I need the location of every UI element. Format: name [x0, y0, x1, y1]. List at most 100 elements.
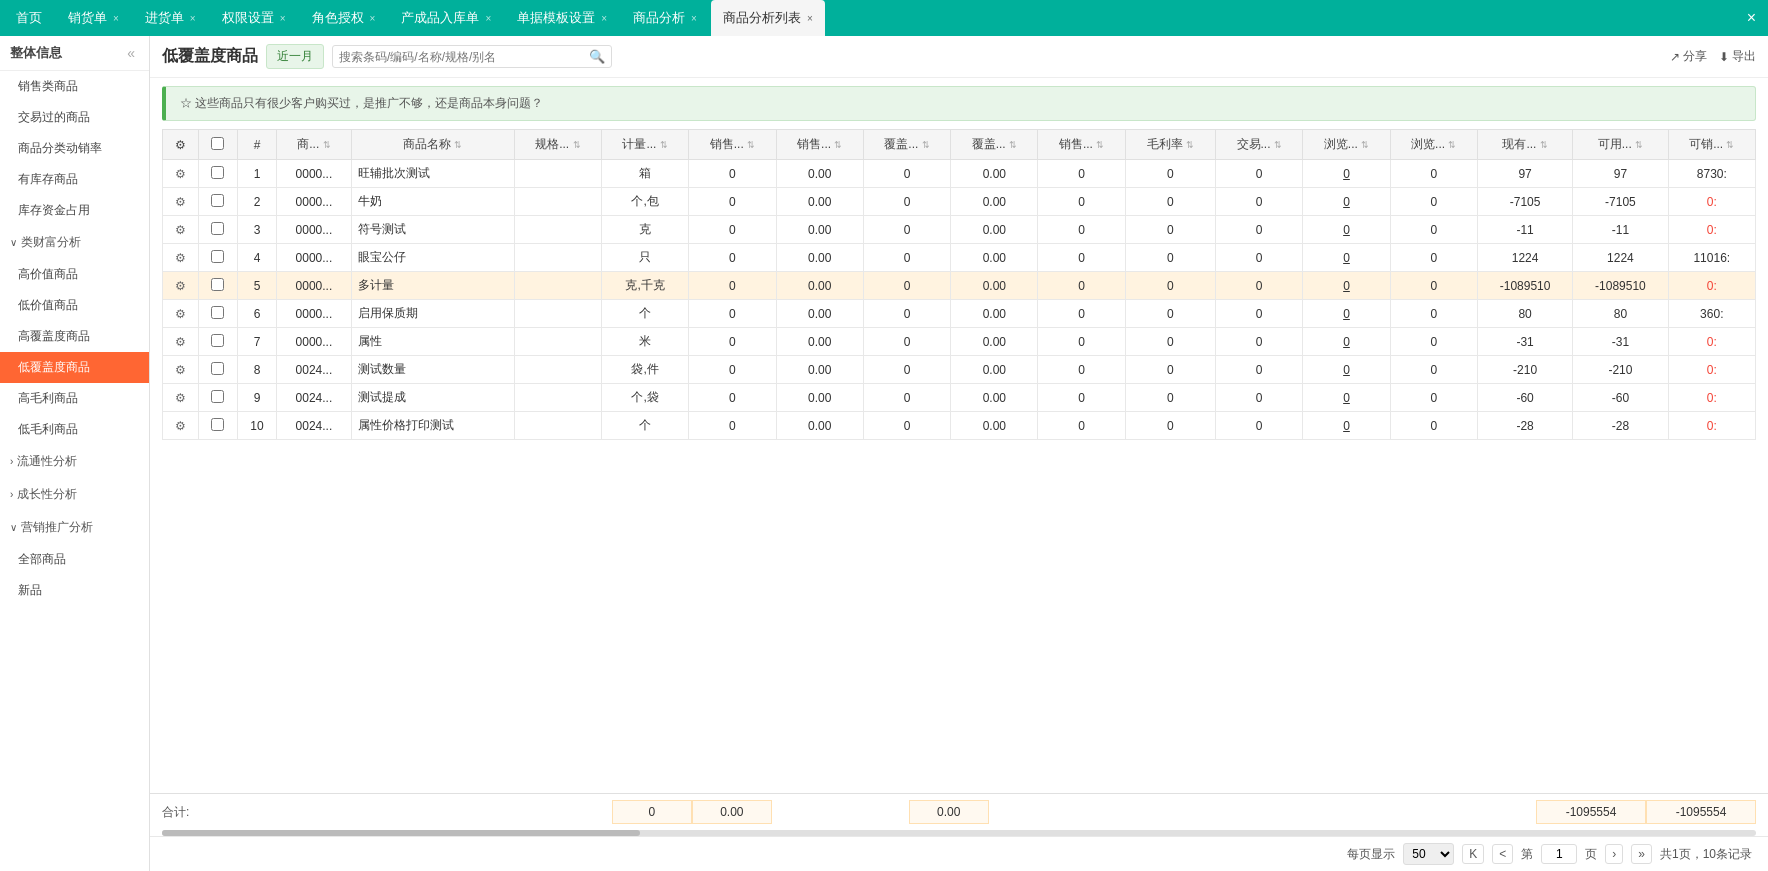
row-checkbox[interactable] — [198, 160, 237, 188]
col-code[interactable]: 商... ⇅ — [277, 130, 351, 160]
row-select-checkbox[interactable] — [211, 306, 224, 319]
nav-purchase-order[interactable]: 进货单 × — [133, 0, 208, 36]
nav-permission-settings[interactable]: 权限设置 × — [210, 0, 298, 36]
row-browse-a[interactable]: 0 — [1303, 216, 1390, 244]
close-product-analysis-list-icon[interactable]: × — [807, 13, 813, 24]
close-product-analysis-icon[interactable]: × — [691, 13, 697, 24]
row-select-checkbox[interactable] — [211, 194, 224, 207]
sidebar-collapse-button[interactable]: « — [123, 45, 139, 61]
row-settings[interactable]: ⚙ — [163, 188, 199, 216]
col-browse-a[interactable]: 浏览... ⇅ — [1303, 130, 1390, 160]
col-gross-rate[interactable]: 毛利率 ⇅ — [1125, 130, 1215, 160]
col-name[interactable]: 商品名称 ⇅ — [351, 130, 514, 160]
row-checkbox[interactable] — [198, 328, 237, 356]
close-permission-icon[interactable]: × — [280, 13, 286, 24]
row-browse-a[interactable]: 0 — [1303, 272, 1390, 300]
col-spec[interactable]: 规格... ⇅ — [514, 130, 601, 160]
select-all-checkbox[interactable] — [211, 137, 224, 150]
search-input[interactable] — [339, 50, 589, 64]
close-role-auth-icon[interactable]: × — [370, 13, 376, 24]
row-browse-a[interactable]: 0 — [1303, 244, 1390, 272]
col-browse-b[interactable]: 浏览... ⇅ — [1390, 130, 1477, 160]
col-unit[interactable]: 计量... ⇅ — [601, 130, 688, 160]
nav-home[interactable]: 首页 — [4, 0, 54, 36]
nav-sales-order[interactable]: 销货单 × — [56, 0, 131, 36]
row-checkbox[interactable] — [198, 216, 237, 244]
row-settings[interactable]: ⚙ — [163, 244, 199, 272]
sidebar-item-all-goods[interactable]: 全部商品 — [0, 544, 149, 575]
date-filter-button[interactable]: 近一月 — [266, 44, 324, 69]
close-all-button[interactable]: × — [1739, 5, 1764, 31]
row-select-checkbox[interactable] — [211, 250, 224, 263]
row-browse-a[interactable]: 0 — [1303, 412, 1390, 440]
row-settings[interactable]: ⚙ — [163, 300, 199, 328]
close-sales-order-icon[interactable]: × — [113, 13, 119, 24]
row-browse-a[interactable]: 0 — [1303, 300, 1390, 328]
row-select-checkbox[interactable] — [211, 334, 224, 347]
sidebar-item-low-value[interactable]: 低价值商品 — [0, 290, 149, 321]
row-browse-a[interactable]: 0 — [1303, 384, 1390, 412]
col-saleable[interactable]: 可销... ⇅ — [1668, 130, 1755, 160]
row-browse-a[interactable]: 0 — [1303, 356, 1390, 384]
row-browse-a[interactable]: 0 — [1303, 328, 1390, 356]
nav-template-settings[interactable]: 单据模板设置 × — [505, 0, 619, 36]
nav-product-analysis[interactable]: 商品分析 × — [621, 0, 709, 36]
row-settings[interactable]: ⚙ — [163, 356, 199, 384]
row-select-checkbox[interactable] — [211, 362, 224, 375]
sidebar-item-sales-goods[interactable]: 销售类商品 — [0, 71, 149, 102]
next-page-button[interactable]: › — [1605, 844, 1623, 864]
prev-page-button[interactable]: < — [1492, 844, 1513, 864]
row-select-checkbox[interactable] — [211, 418, 224, 431]
sidebar-item-low-coverage[interactable]: 低覆盖度商品 — [0, 352, 149, 383]
nav-product-analysis-list[interactable]: 商品分析列表 × — [711, 0, 825, 36]
col-sales-qty[interactable]: 销售... ⇅ — [689, 130, 776, 160]
col-settings[interactable]: ⚙ — [163, 130, 199, 160]
row-settings[interactable]: ⚙ — [163, 216, 199, 244]
col-cover-a[interactable]: 覆盖... ⇅ — [863, 130, 950, 160]
row-settings[interactable]: ⚙ — [163, 272, 199, 300]
page-number-input[interactable] — [1541, 844, 1577, 864]
sidebar-section-liquidity[interactable]: › 流通性分析 — [0, 445, 149, 478]
share-button[interactable]: ↗ 分享 — [1670, 48, 1707, 65]
sidebar-section-marketing[interactable]: ∨ 营销推广分析 — [0, 511, 149, 544]
sidebar-item-category-rate[interactable]: 商品分类动销率 — [0, 133, 149, 164]
close-template-settings-icon[interactable]: × — [601, 13, 607, 24]
nav-role-auth[interactable]: 角色授权 × — [300, 0, 388, 36]
sidebar-item-high-margin[interactable]: 高毛利商品 — [0, 383, 149, 414]
sidebar-section-wealth[interactable]: ∨ 类财富分析 — [0, 226, 149, 259]
sidebar-item-traded-goods[interactable]: 交易过的商品 — [0, 102, 149, 133]
row-browse-a[interactable]: 0 — [1303, 188, 1390, 216]
col-sales-c[interactable]: 销售... ⇅ — [1038, 130, 1125, 160]
page-size-select[interactable]: 50 100 200 — [1403, 843, 1454, 865]
close-product-inbound-icon[interactable]: × — [485, 13, 491, 24]
first-page-button[interactable]: K — [1462, 844, 1484, 864]
row-checkbox[interactable] — [198, 300, 237, 328]
sidebar-item-low-margin[interactable]: 低毛利商品 — [0, 414, 149, 445]
nav-product-inbound[interactable]: 产成品入库单 × — [389, 0, 503, 36]
col-current[interactable]: 现有... ⇅ — [1477, 130, 1572, 160]
close-purchase-order-icon[interactable]: × — [190, 13, 196, 24]
sidebar-item-high-value[interactable]: 高价值商品 — [0, 259, 149, 290]
col-trade[interactable]: 交易... ⇅ — [1216, 130, 1303, 160]
export-button[interactable]: ⬇ 导出 — [1719, 48, 1756, 65]
col-sales-amt[interactable]: 销售... ⇅ — [776, 130, 863, 160]
col-avail[interactable]: 可用... ⇅ — [1573, 130, 1668, 160]
row-checkbox[interactable] — [198, 356, 237, 384]
row-settings[interactable]: ⚙ — [163, 384, 199, 412]
row-select-checkbox[interactable] — [211, 278, 224, 291]
sidebar-item-new-goods[interactable]: 新品 — [0, 575, 149, 606]
row-checkbox[interactable] — [198, 384, 237, 412]
row-checkbox[interactable] — [198, 412, 237, 440]
row-browse-a[interactable]: 0 — [1303, 160, 1390, 188]
row-settings[interactable]: ⚙ — [163, 412, 199, 440]
sidebar-item-stocked-goods[interactable]: 有库存商品 — [0, 164, 149, 195]
last-page-button[interactable]: » — [1631, 844, 1652, 864]
row-checkbox[interactable] — [198, 244, 237, 272]
sidebar-item-high-coverage[interactable]: 高覆盖度商品 — [0, 321, 149, 352]
col-cover-b[interactable]: 覆盖... ⇅ — [951, 130, 1038, 160]
row-select-checkbox[interactable] — [211, 166, 224, 179]
sidebar-item-inventory-fund[interactable]: 库存资金占用 — [0, 195, 149, 226]
row-checkbox[interactable] — [198, 188, 237, 216]
row-select-checkbox[interactable] — [211, 390, 224, 403]
row-settings[interactable]: ⚙ — [163, 160, 199, 188]
